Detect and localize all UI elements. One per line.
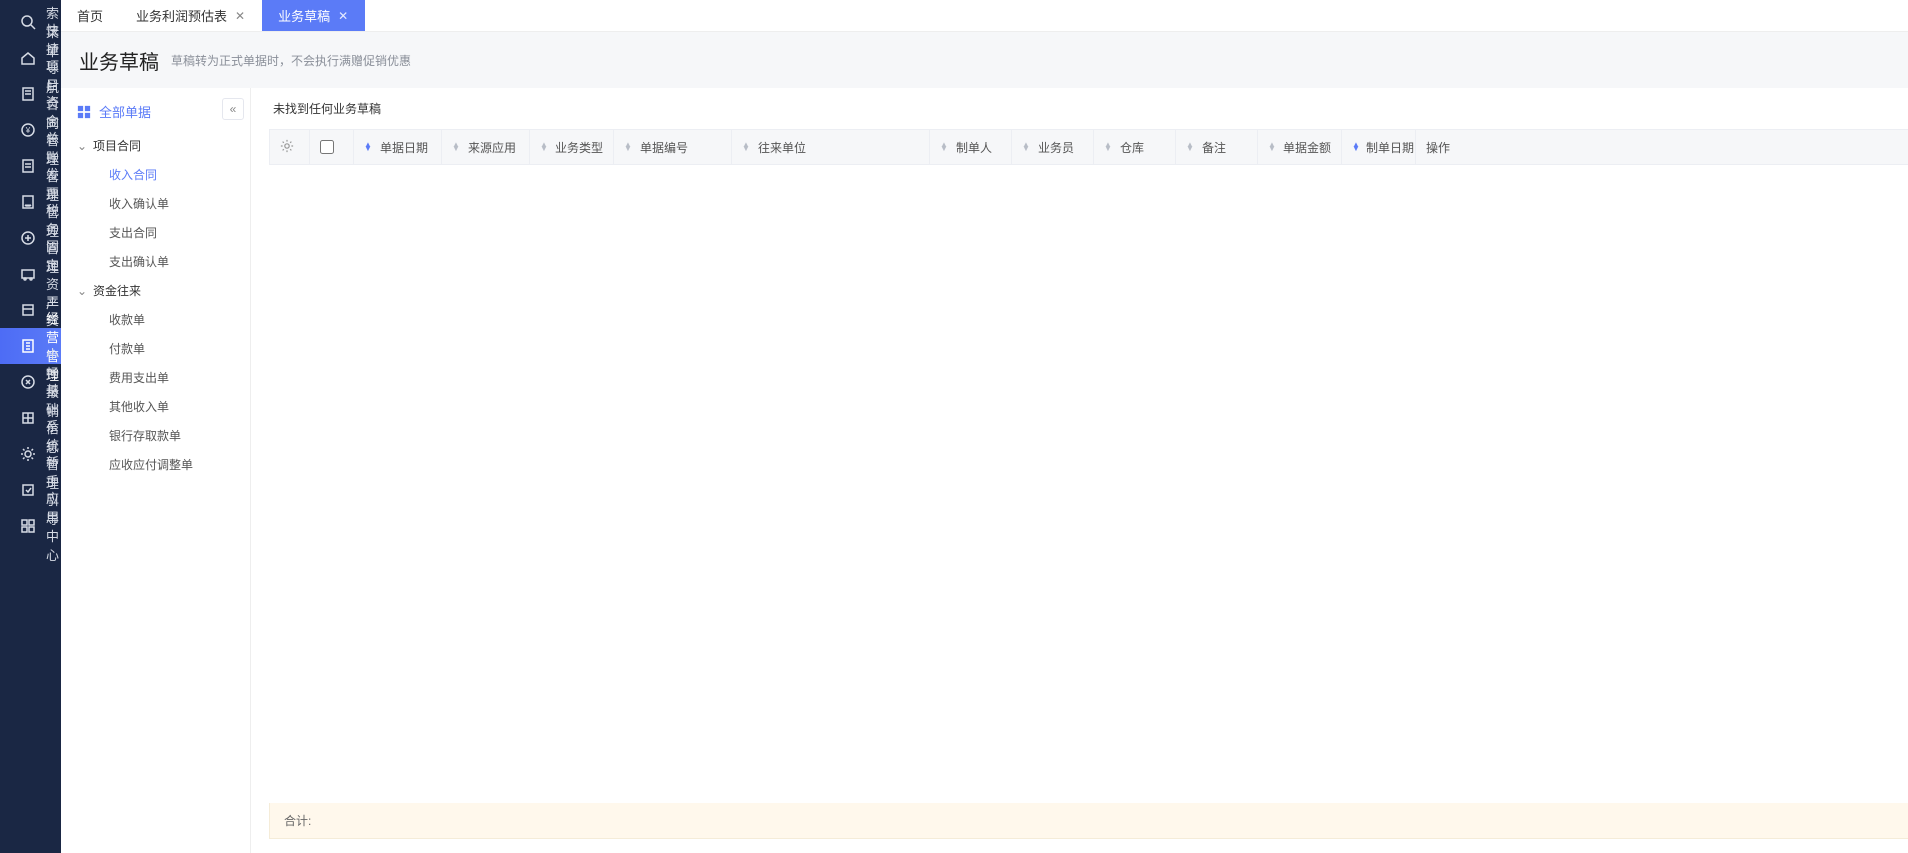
th-remark[interactable]: ▲▼ 备注 [1176,130,1258,164]
sort-icon[interactable]: ▲▼ [940,143,950,151]
sec-item[interactable]: 支出确认单 [77,247,250,276]
sidebar-item-label: 应用中心 [46,488,61,564]
tab-label: 首页 [77,6,103,25]
th-label: 制单人 [956,139,992,156]
tab-label: 业务利润预估表 [136,6,227,25]
page-subtitle: 草稿转为正式单据时，不会执行满赠促销优惠 [171,52,411,69]
grid-icon [77,105,91,119]
sidebar-item-app[interactable]: 应用中心 [0,508,61,544]
th-gear[interactable] [270,130,310,164]
sort-icon[interactable]: ▲▼ [1022,143,1032,151]
home-icon [20,49,36,67]
tab[interactable]: 业务利润预估表 ✕ [120,0,262,31]
content-area: 未找到任何业务草稿 ▲▼ 单据日期 ▲▼ 来源应用 ▲▼ 业务类型 ▲▼ 单据编号 ▲▼ 往来单位… [251,88,1908,853]
sort-icon[interactable]: ▲▼ [452,143,462,151]
th-cdate[interactable]: ▲▼ 制单日期 [1342,130,1416,164]
sec-item[interactable]: 付款单 [77,334,250,363]
collapse-secondary-nav-icon[interactable]: « [222,98,244,120]
sec-item[interactable]: 支出合同 [77,218,250,247]
invoice-icon [20,193,36,211]
sec-group-label: 资金往来 [93,282,141,299]
table-body [269,165,1908,803]
sidebar: 搜索菜单快捷导航项目合同¥资金管理总账管理发票管理税务管理固定资产工资经营管理小… [0,0,61,853]
gear-icon[interactable] [280,139,294,156]
tabs-bar: 首页业务利润预估表✕业务草稿✕ ✕ ⛶ [61,0,1908,32]
app-icon [20,517,36,535]
sec-group[interactable]: ⌄ 资金往来 [77,276,250,305]
secondary-nav: 全部单据 « ⌄ 项目合同收入合同收入确认单支出合同支出确认单 ⌄ 资金往来收款单付款… [61,88,251,853]
th-label: 操作 [1426,139,1450,156]
chevron-down-icon: ⌄ [77,139,89,153]
th-amount[interactable]: ▲▼ 单据金额 [1258,130,1342,164]
th-label: 仓库 [1120,139,1144,156]
th-label: 备注 [1202,139,1226,156]
asset-icon [20,265,36,283]
secondary-nav-all-label: 全部单据 [99,102,151,121]
reimb-icon [20,373,36,391]
select-all-checkbox[interactable] [320,140,334,154]
th-label: 业务员 [1038,139,1074,156]
search-icon [20,13,36,31]
sec-item[interactable]: 其他收入单 [77,392,250,421]
empty-message: 未找到任何业务草稿 [273,100,1908,117]
sort-icon[interactable]: ▲▼ [1186,143,1196,151]
tab[interactable]: 首页 [61,0,120,31]
sec-item[interactable]: 收款单 [77,305,250,334]
tab-close-icon[interactable]: ✕ [235,9,245,23]
page-header: 业务草稿 草稿转为正式单据时，不会执行满赠促销优惠 ⟳ 刷新 [61,32,1908,88]
tab-close-icon[interactable]: ✕ [338,9,348,23]
th-biztype[interactable]: ▲▼ 业务类型 [530,130,614,164]
th-label: 往来单位 [758,139,806,156]
sec-item[interactable]: 应收应付调整单 [77,450,250,479]
sys-icon [20,445,36,463]
sidebar-item-asset[interactable]: 固定资产 [0,256,61,292]
sort-icon[interactable]: ▲▼ [364,143,374,151]
th-label: 单据编号 [640,139,688,156]
th-docno[interactable]: ▲▼ 单据编号 [614,130,732,164]
doc-icon [20,85,36,103]
th-ops[interactable]: 操作 [1416,130,1498,164]
th-src[interactable]: ▲▼ 来源应用 [442,130,530,164]
biz-icon [20,337,36,355]
ledger-icon [20,157,36,175]
sec-group-label: 项目合同 [93,137,141,154]
th-creator[interactable]: ▲▼ 制单人 [930,130,1012,164]
sort-icon[interactable]: ▲▼ [1104,143,1114,151]
sec-group[interactable]: ⌄ 项目合同 [77,131,250,160]
sec-item[interactable]: 收入确认单 [77,189,250,218]
horizontal-scrollbar[interactable] [269,839,1908,853]
th-label: 业务类型 [555,139,603,156]
base-icon [20,409,36,427]
th-salesman[interactable]: ▲▼ 业务员 [1012,130,1094,164]
svg-text:¥: ¥ [25,126,31,135]
th-partner[interactable]: ▲▼ 往来单位 [732,130,930,164]
tab[interactable]: 业务草稿 ✕ [262,0,365,31]
th-check[interactable] [310,130,354,164]
sort-icon[interactable]: ▲▼ [1268,143,1277,151]
th-label: 制单日期 [1366,139,1414,156]
sec-item[interactable]: 银行存取款单 [77,421,250,450]
tab-label: 业务草稿 [278,6,330,25]
th-label: 来源应用 [468,139,516,156]
money-icon: ¥ [20,121,36,139]
guide-icon [20,481,36,499]
table-footer-label: 合计: [284,812,311,829]
salary-icon [20,301,36,319]
page-title: 业务草稿 [79,46,159,75]
th-wh[interactable]: ▲▼ 仓库 [1094,130,1176,164]
tax-icon [20,229,36,247]
th-label: 单据日期 [380,139,428,156]
table-header-row: ▲▼ 单据日期 ▲▼ 来源应用 ▲▼ 业务类型 ▲▼ 单据编号 ▲▼ 往来单位 ▲▼ 制单人 ▲▼ 业务员… [269,129,1908,165]
sort-icon[interactable]: ▲▼ [1352,143,1360,151]
chevron-down-icon: ⌄ [77,284,89,298]
table-footer: 合计: [269,803,1908,839]
th-label: 单据金额 [1283,139,1331,156]
sort-icon[interactable]: ▲▼ [624,143,634,151]
sort-icon[interactable]: ▲▼ [540,143,549,151]
th-date[interactable]: ▲▼ 单据日期 [354,130,442,164]
sort-icon[interactable]: ▲▼ [742,143,752,151]
sec-item[interactable]: 费用支出单 [77,363,250,392]
sec-item[interactable]: 收入合同 [77,160,250,189]
